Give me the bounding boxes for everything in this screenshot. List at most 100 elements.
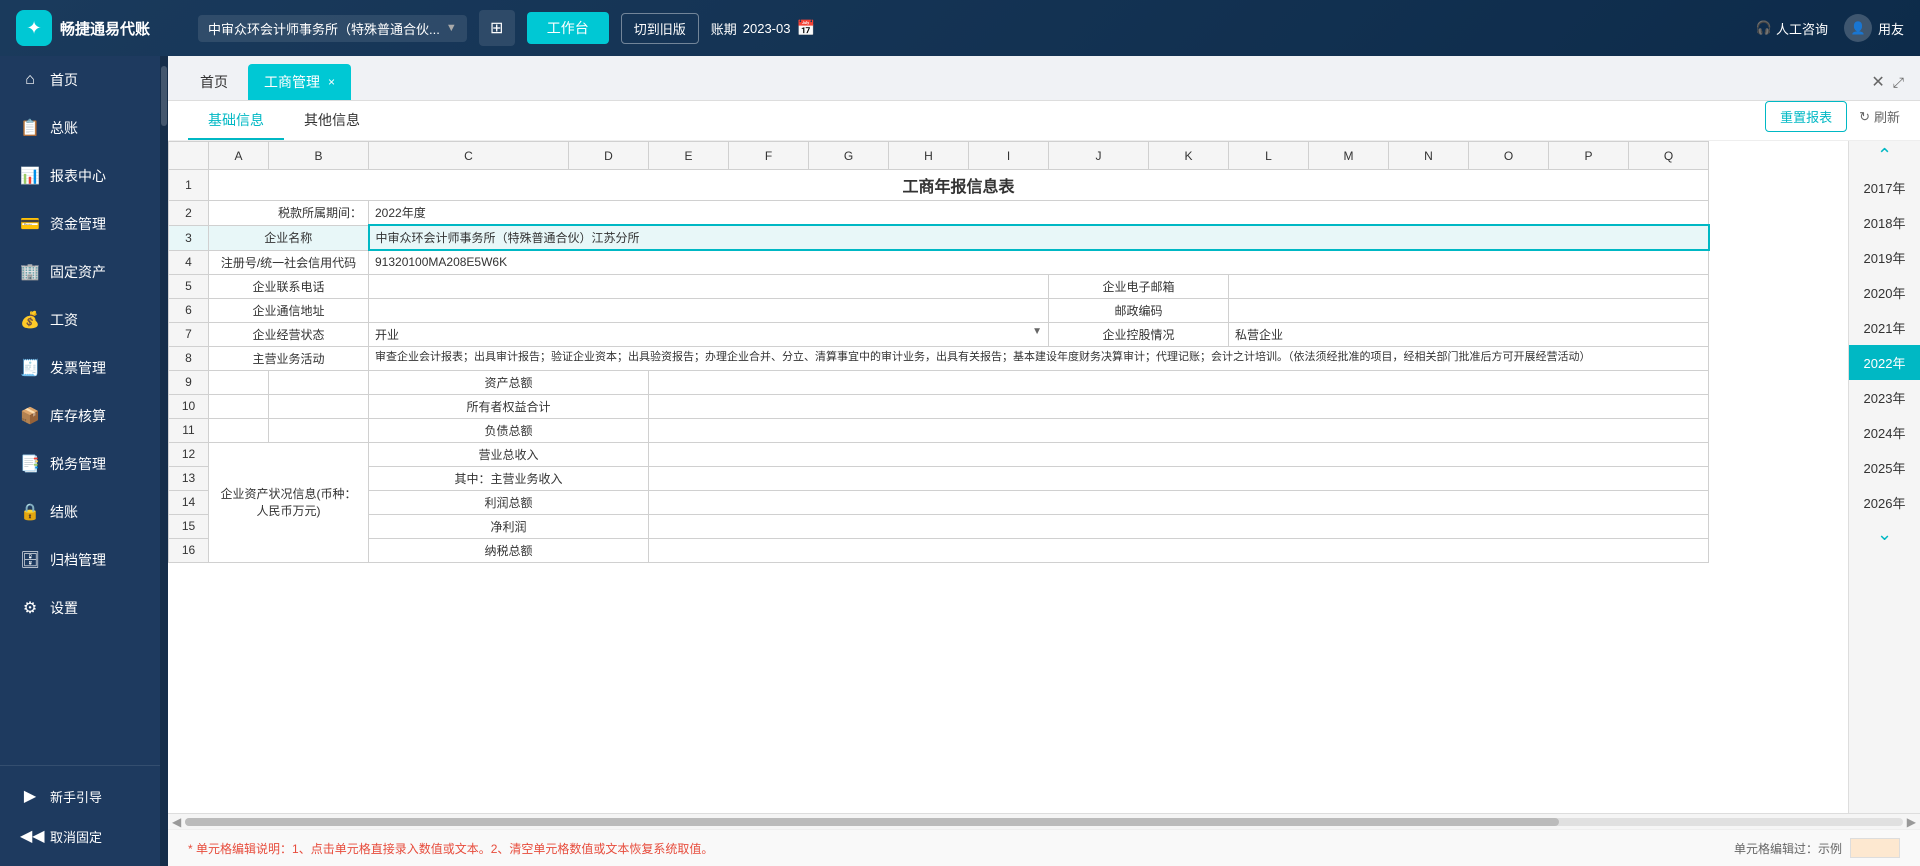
cell-title[interactable]: 工商年报信息表 [209, 170, 1709, 201]
scroll-left-icon[interactable]: ◀ [172, 815, 181, 829]
logo-area: ✦ 畅捷通易代账 [16, 10, 186, 46]
old-version-button[interactable]: 切到旧版 [621, 13, 699, 44]
sidebar-item-newbie[interactable]: ▶ 新手引导 [0, 776, 168, 816]
cell-7-holding[interactable]: 私营企业 [1229, 322, 1709, 346]
sidebar-item-salary[interactable]: 💰 工资 [0, 296, 168, 344]
cell-9-b [269, 370, 369, 394]
table-row: 11 负债总额 [169, 418, 1709, 442]
year-item-2020[interactable]: 2020年 [1849, 275, 1920, 310]
sidebar-item-invoice[interactable]: 🧾 发票管理 [0, 344, 168, 392]
bottom-scrollbar[interactable]: ◀ ▶ [168, 813, 1920, 829]
tab-active[interactable]: 工商管理 × [248, 64, 351, 100]
sidebar-label-assets: 固定资产 [50, 262, 106, 282]
sub-tab-basic[interactable]: 基础信息 [188, 102, 284, 140]
cell-9-value[interactable] [649, 370, 1709, 394]
sidebar-label-salary: 工资 [50, 310, 78, 330]
salary-icon: 💰 [20, 310, 40, 330]
tab-close-icon[interactable]: × [328, 75, 335, 89]
cell-10-value[interactable] [649, 394, 1709, 418]
spreadsheet-area: A B C D E F G H I J K L [168, 141, 1920, 813]
cell-11-a [209, 418, 269, 442]
service-button[interactable]: 🎧 人工咨询 [1756, 19, 1828, 38]
cell-13-value[interactable] [649, 466, 1709, 490]
year-item-2026[interactable]: 2026年 [1849, 485, 1920, 520]
year-item-2021[interactable]: 2021年 [1849, 310, 1920, 345]
cell-5-phone[interactable] [369, 274, 1049, 298]
cell-2-value[interactable]: 2022年度 [369, 201, 1709, 226]
col-header-h: H [889, 142, 969, 170]
sidebar-item-report[interactable]: 📊 报表中心 [0, 152, 168, 200]
sidebar-label-settings: 设置 [50, 598, 78, 618]
cell-14-label: 利润总额 [369, 490, 649, 514]
user-info[interactable]: 👤 用友 [1844, 14, 1904, 42]
year-item-2024[interactable]: 2024年 [1849, 415, 1920, 450]
table-row: 8 主营业务活动 审查企业会计报表；出具审计报告；验证企业资本；出具验资报告；办… [169, 346, 1709, 370]
cell-6-address[interactable] [369, 298, 1049, 322]
year-item-2018[interactable]: 2018年 [1849, 205, 1920, 240]
cell-13-label: 其中：主营业务收入 [369, 466, 649, 490]
sidebar-item-tax[interactable]: 📑 税务管理 [0, 440, 168, 488]
col-header-d: D [569, 142, 649, 170]
scroll-right-icon[interactable]: ▶ [1907, 815, 1916, 829]
tab-home[interactable]: 首页 [184, 64, 244, 100]
year-item-2025[interactable]: 2025年 [1849, 450, 1920, 485]
spreadsheet-wrapper[interactable]: A B C D E F G H I J K L [168, 141, 1848, 813]
sidebar-item-finance[interactable]: 💳 资金管理 [0, 200, 168, 248]
table-row: 14 利润总额 [169, 490, 1709, 514]
col-header-corner [169, 142, 209, 170]
cell-4-value[interactable]: 91320100MA208E5W6K [369, 250, 1709, 274]
sidebar-item-close[interactable]: 🔒 结账 [0, 488, 168, 536]
sidebar-item-inventory[interactable]: 📦 库存核算 [0, 392, 168, 440]
row-header-10: 10 [169, 394, 209, 418]
cell-5-email[interactable] [1229, 274, 1709, 298]
year-nav-up[interactable]: ⌃ [1849, 141, 1920, 170]
year-nav-down[interactable]: ⌄ [1849, 520, 1920, 549]
h-scroll-track[interactable] [185, 818, 1903, 826]
window-expand-icon[interactable]: ⤢ [1893, 74, 1904, 91]
sidebar-item-unpin[interactable]: ◀◀ 取消固定 [0, 816, 168, 856]
cell-15-value[interactable] [649, 514, 1709, 538]
table-row-selected: 3 企业名称 中审众环会计师事务所（特殊普通合伙）江苏分所 [169, 225, 1709, 250]
cell-8-value[interactable]: 审查企业会计报表；出具审计报告；验证企业资本；出具验资报告；办理企业合并、分立、… [369, 346, 1709, 370]
cell-11-value[interactable] [649, 418, 1709, 442]
sidebar-item-assets[interactable]: 🏢 固定资产 [0, 248, 168, 296]
workbench-button[interactable]: 工作台 [527, 12, 609, 44]
table-row: 13 其中：主营业务收入 [169, 466, 1709, 490]
table-row: 9 资产总额 [169, 370, 1709, 394]
year-item-2019[interactable]: 2019年 [1849, 240, 1920, 275]
cell-3-value[interactable]: 中审众环会计师事务所（特殊普通合伙）江苏分所 [369, 225, 1709, 250]
cell-4-label: 注册号/统一社会信用代码 [209, 250, 369, 274]
table-row: 16 纳税总额 [169, 538, 1709, 562]
year-item-2017[interactable]: 2017年 [1849, 170, 1920, 205]
refresh-label: 刷新 [1874, 107, 1900, 126]
year-panel: ⌃ 2017年 2018年 2019年 2020年 2021年 2022年 20… [1848, 141, 1920, 813]
year-item-2023[interactable]: 2023年 [1849, 380, 1920, 415]
col-header-row: A B C D E F G H I J K L [169, 142, 1709, 170]
company-selector[interactable]: 中审众环会计师事务所（特殊普通合伙... ▼ [198, 15, 467, 42]
sidebar-item-ledger[interactable]: 📋 总账 [0, 104, 168, 152]
col-header-q: Q [1629, 142, 1709, 170]
window-close-icon[interactable]: ✕ [1871, 72, 1884, 92]
company-icon-btn[interactable]: ⊞ [479, 10, 515, 46]
refresh-button[interactable]: ↻ 刷新 [1859, 107, 1900, 126]
reset-button[interactable]: 重置报表 [1765, 101, 1847, 132]
sub-tab-other[interactable]: 其他信息 [284, 102, 380, 140]
company-dropdown-icon: ▼ [446, 22, 457, 34]
user-label: 用友 [1878, 19, 1904, 38]
top-header: ✦ 畅捷通易代账 中审众环会计师事务所（特殊普通合伙... ▼ ⊞ 工作台 切到… [0, 0, 1920, 56]
cell-15-label: 净利润 [369, 514, 649, 538]
row-header-8: 8 [169, 346, 209, 370]
row-header-3: 3 [169, 225, 209, 250]
calendar-icon[interactable]: 📅 [796, 19, 815, 37]
year-item-2022[interactable]: 2022年 [1849, 345, 1920, 380]
cell-12-value[interactable] [649, 442, 1709, 466]
sidebar-label-report: 报表中心 [50, 166, 106, 186]
cell-14-value[interactable] [649, 490, 1709, 514]
cell-7-status[interactable]: 开业 ▼ [369, 322, 1049, 346]
sidebar-item-archive[interactable]: 🗄 归档管理 [0, 536, 168, 584]
col-header-m: M [1309, 142, 1389, 170]
cell-6-postal[interactable] [1229, 298, 1709, 322]
sidebar-item-settings[interactable]: ⚙ 设置 [0, 584, 168, 632]
sidebar-item-home[interactable]: ⌂ 首页 [0, 56, 168, 104]
cell-16-value[interactable] [649, 538, 1709, 562]
